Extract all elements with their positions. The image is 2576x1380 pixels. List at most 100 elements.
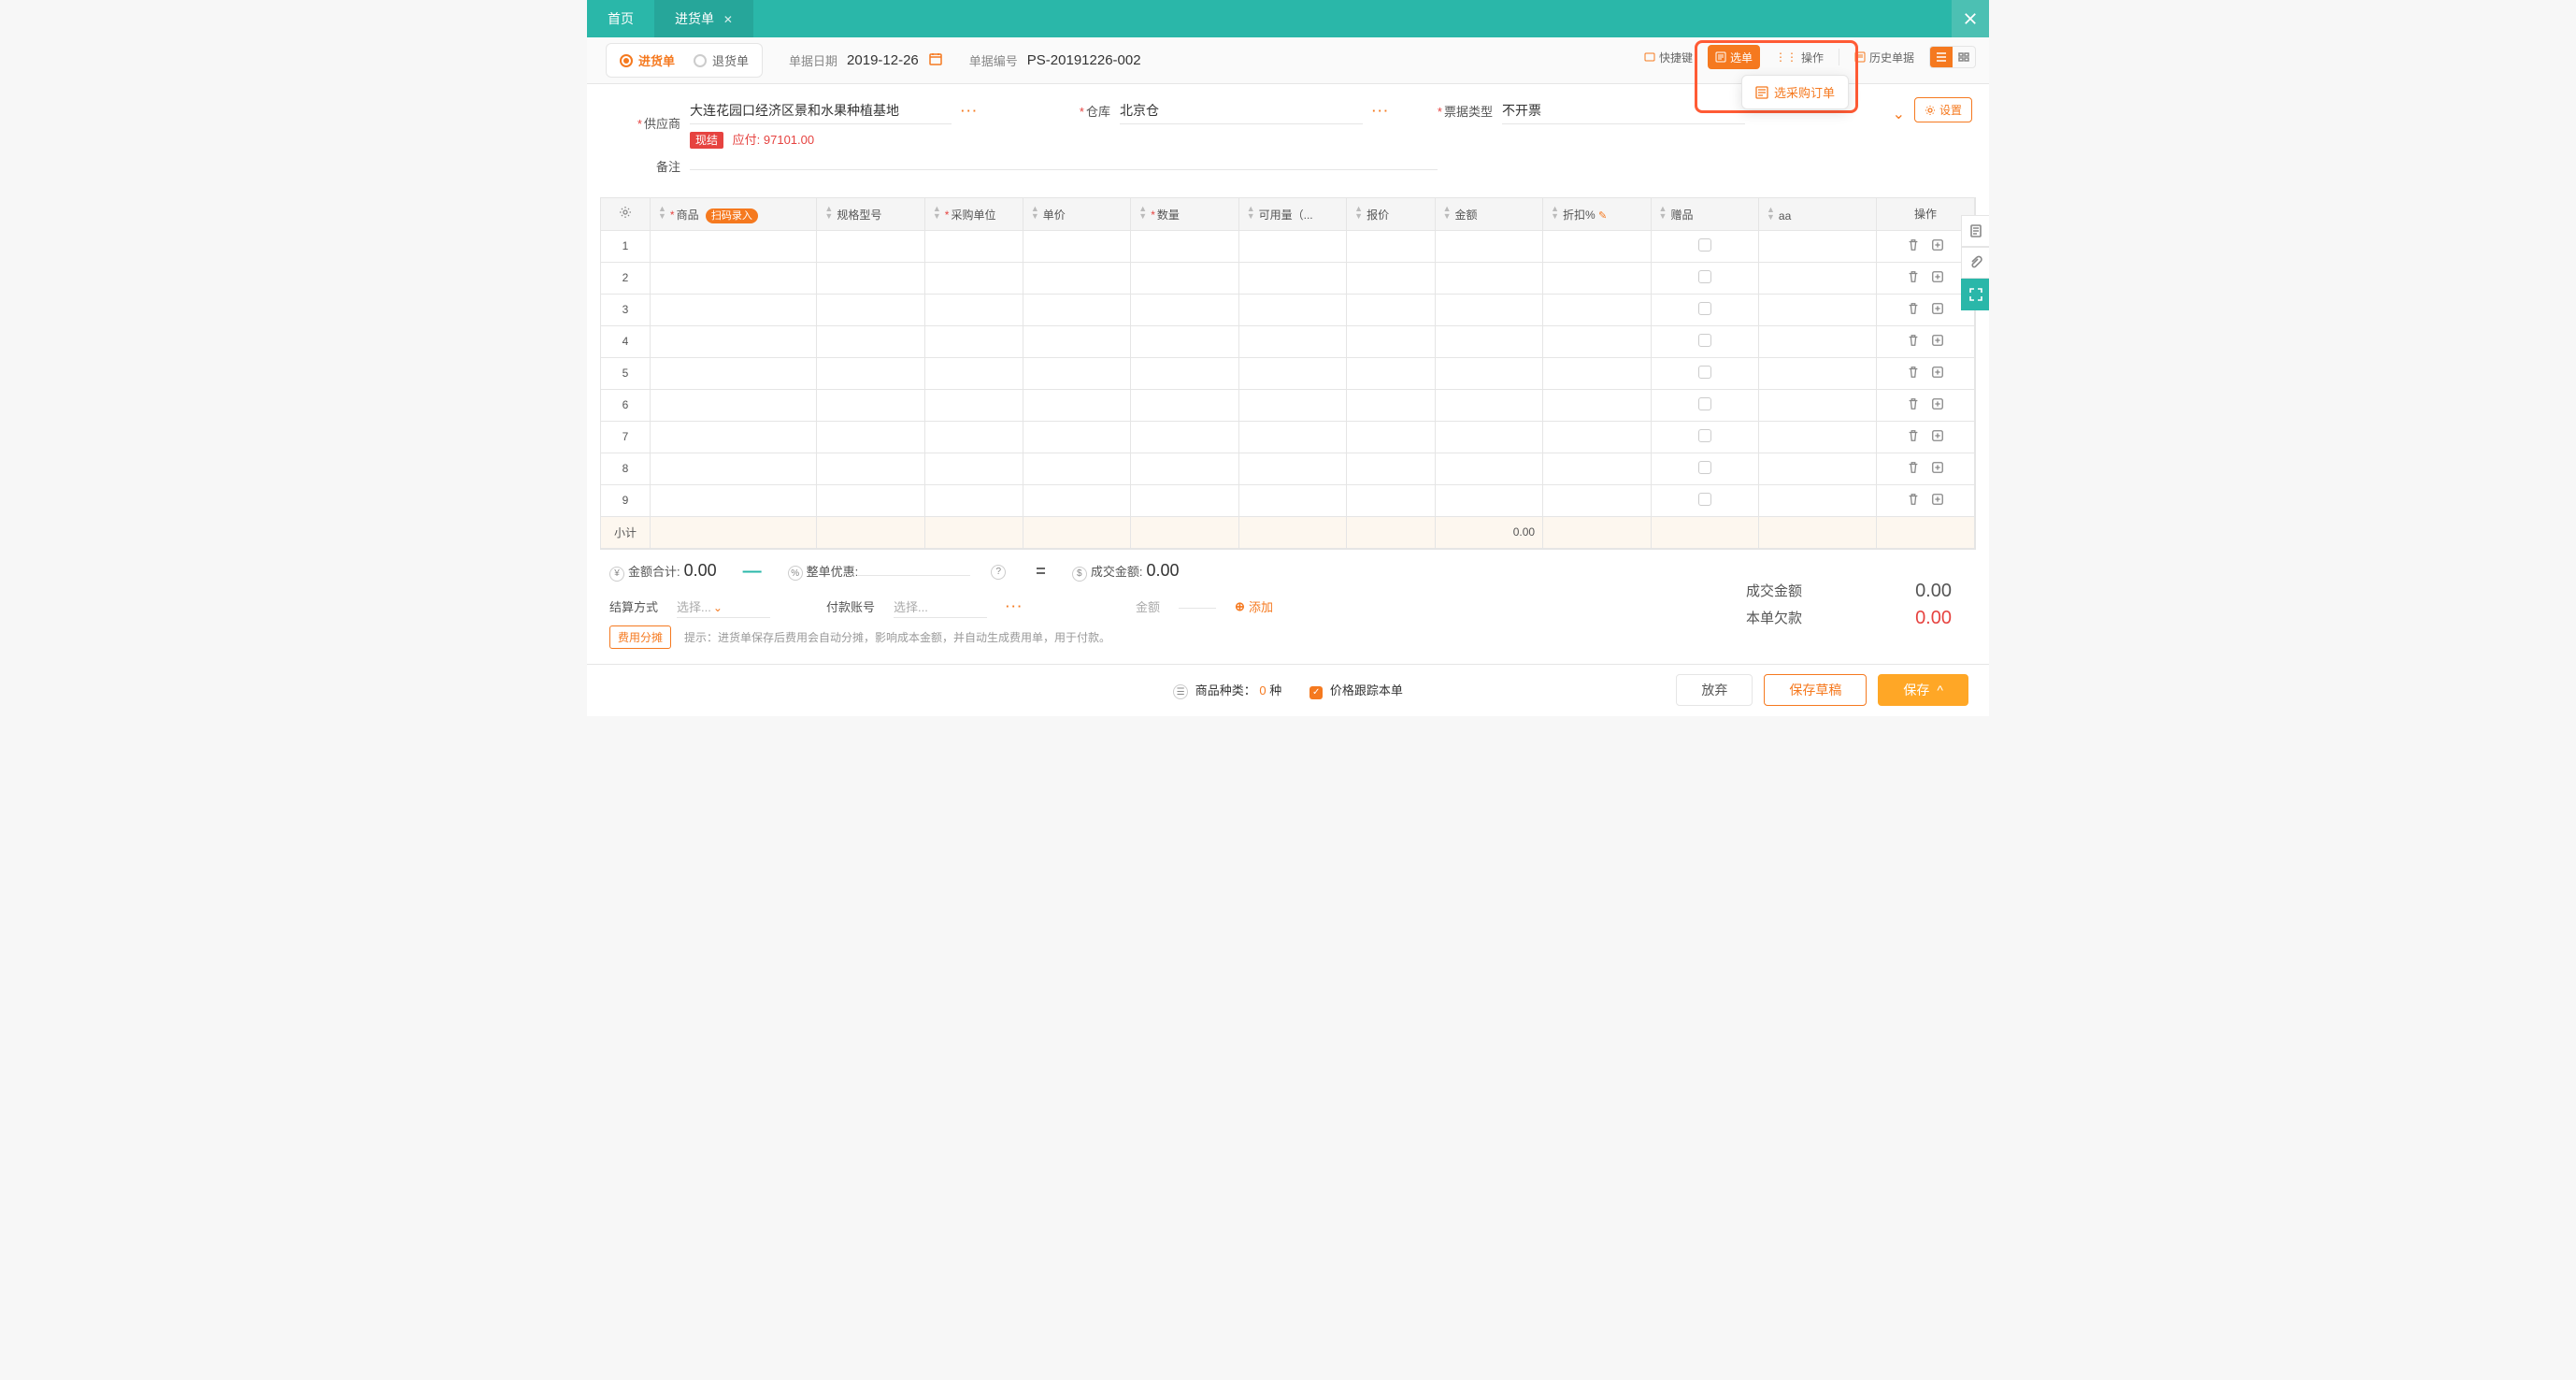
add-payment-button[interactable]: ⊕添加	[1235, 597, 1273, 615]
table-row[interactable]: 7	[601, 421, 1975, 453]
operate-button[interactable]: ⋮⋮ 操作	[1767, 45, 1831, 69]
supplier-more-icon[interactable]: ···	[961, 104, 979, 118]
doc-date-value[interactable]: 2019-12-26	[847, 52, 919, 68]
side-attachment-icon[interactable]	[1961, 247, 1989, 279]
table-row[interactable]: 6	[601, 389, 1975, 421]
row-delete-icon[interactable]	[1907, 461, 1920, 477]
gift-checkbox[interactable]	[1698, 270, 1711, 283]
fee-allocation-button[interactable]: 费用分摊	[609, 625, 671, 649]
gift-checkbox[interactable]	[1698, 493, 1711, 506]
discard-button[interactable]: 放弃	[1676, 674, 1753, 706]
row-delete-icon[interactable]	[1907, 270, 1920, 286]
row-delete-icon[interactable]	[1907, 429, 1920, 445]
row-add-icon[interactable]	[1931, 461, 1944, 477]
col-gift[interactable]: ▲▼赠品	[1651, 198, 1758, 230]
checkbox-checked-icon: ✓	[1309, 686, 1323, 699]
invoice-type-label: *票据类型	[1427, 102, 1493, 120]
gift-checkbox[interactable]	[1698, 366, 1711, 379]
table-row[interactable]: 9	[601, 484, 1975, 516]
minus-icon: —	[743, 561, 762, 582]
col-avail[interactable]: ▲▼可用量（...	[1238, 198, 1346, 230]
pay-account-select[interactable]: 选择...	[894, 596, 987, 618]
pay-amount-field[interactable]	[1179, 604, 1216, 609]
pill-purchase-return[interactable]: 退货单	[684, 48, 758, 73]
save-draft-button[interactable]: 保存草稿	[1764, 674, 1867, 706]
select-bill-button[interactable]: 选单	[1708, 45, 1760, 69]
layout-list-icon[interactable]	[1930, 47, 1953, 67]
row-add-icon[interactable]	[1931, 238, 1944, 254]
row-delete-icon[interactable]	[1907, 366, 1920, 381]
row-index: 1	[601, 230, 650, 262]
pay-account-more-icon[interactable]: ···	[1006, 599, 1023, 613]
warehouse-more-icon[interactable]: ···	[1372, 104, 1390, 118]
col-unit[interactable]: ▲▼*采购单位	[924, 198, 1023, 230]
row-delete-icon[interactable]	[1907, 238, 1920, 254]
col-spec[interactable]: ▲▼规格型号	[817, 198, 924, 230]
calendar-icon[interactable]	[928, 51, 943, 69]
row-delete-icon[interactable]	[1907, 397, 1920, 413]
footer-bar: ☰ 商品种类： 0 种 ✓ 价格跟踪本单 放弃 保存草稿 保存 ^	[587, 664, 1989, 716]
tab-close-icon[interactable]: ✕	[723, 13, 733, 26]
col-discount[interactable]: ▲▼折扣% ✎	[1543, 198, 1651, 230]
subtotal-amount: 0.00	[1435, 516, 1542, 548]
invoice-type-field[interactable]: 不开票	[1502, 97, 1745, 124]
shortcut-button[interactable]: 快捷键	[1637, 45, 1700, 69]
warehouse-field[interactable]: 北京仓	[1120, 97, 1363, 124]
row-delete-icon[interactable]	[1907, 493, 1920, 509]
gift-checkbox[interactable]	[1698, 238, 1711, 252]
layout-grid-icon[interactable]	[1953, 47, 1975, 67]
side-note-icon[interactable]	[1961, 215, 1989, 247]
col-settings[interactable]	[601, 198, 650, 230]
pay-method-select[interactable]: 选择...⌄	[677, 596, 770, 618]
edit-icon[interactable]: ✎	[1598, 210, 1607, 222]
row-index: 9	[601, 484, 650, 516]
side-fullscreen-icon[interactable]	[1961, 279, 1989, 310]
settings-button[interactable]: 设置	[1914, 97, 1972, 122]
row-add-icon[interactable]	[1931, 493, 1944, 509]
row-add-icon[interactable]	[1931, 397, 1944, 413]
window-close-button[interactable]	[1952, 0, 1989, 37]
subtotal-label: 小计	[601, 516, 650, 548]
gift-checkbox[interactable]	[1698, 429, 1711, 442]
help-icon[interactable]: ?	[991, 565, 1006, 580]
top-tab-bar: 首页 进货单 ✕	[587, 0, 1989, 37]
table-row[interactable]: 3	[601, 294, 1975, 325]
gift-checkbox[interactable]	[1698, 334, 1711, 347]
history-button[interactable]: 历史单据	[1847, 45, 1922, 69]
gift-checkbox[interactable]	[1698, 302, 1711, 315]
table-row[interactable]: 4	[601, 325, 1975, 357]
pay-method-label: 结算方式	[609, 597, 658, 615]
currency-icon: ¥	[609, 567, 624, 582]
remark-field[interactable]	[690, 162, 1438, 170]
col-price[interactable]: ▲▼单价	[1023, 198, 1130, 230]
dropdown-select-purchase-order[interactable]: 选采购订单	[1755, 83, 1835, 101]
col-qty[interactable]: ▲▼*数量	[1131, 198, 1238, 230]
row-add-icon[interactable]	[1931, 302, 1944, 318]
row-delete-icon[interactable]	[1907, 302, 1920, 318]
scan-badge[interactable]: 扫码录入	[706, 208, 758, 223]
line-items-table: ▲▼*商品 扫码录入 ▲▼规格型号 ▲▼*采购单位 ▲▼单价 ▲▼*数量 ▲▼可…	[600, 197, 1976, 550]
row-add-icon[interactable]	[1931, 429, 1944, 445]
save-button[interactable]: 保存 ^	[1878, 674, 1968, 706]
col-aa[interactable]: ▲▼aa	[1758, 198, 1876, 230]
expand-form-icon[interactable]: ⌄	[1893, 105, 1905, 123]
table-row[interactable]: 5	[601, 357, 1975, 389]
pill-purchase-in[interactable]: 进货单	[610, 48, 684, 73]
gift-checkbox[interactable]	[1698, 397, 1711, 410]
supplier-field[interactable]: 大连花园口经济区景和水果种植基地	[690, 97, 952, 124]
gift-checkbox[interactable]	[1698, 461, 1711, 474]
table-row[interactable]: 1	[601, 230, 1975, 262]
order-discount-field[interactable]	[858, 568, 970, 576]
row-add-icon[interactable]	[1931, 270, 1944, 286]
track-price-checkbox[interactable]: ✓ 价格跟踪本单	[1309, 681, 1403, 699]
tab-home[interactable]: 首页	[587, 0, 654, 37]
tab-purchase-bill[interactable]: 进货单 ✕	[654, 0, 753, 37]
col-product[interactable]: ▲▼*商品 扫码录入	[650, 198, 816, 230]
row-add-icon[interactable]	[1931, 366, 1944, 381]
table-row[interactable]: 8	[601, 453, 1975, 484]
row-delete-icon[interactable]	[1907, 334, 1920, 350]
col-amount[interactable]: ▲▼金额	[1435, 198, 1542, 230]
col-quote[interactable]: ▲▼报价	[1347, 198, 1435, 230]
row-add-icon[interactable]	[1931, 334, 1944, 350]
table-row[interactable]: 2	[601, 262, 1975, 294]
